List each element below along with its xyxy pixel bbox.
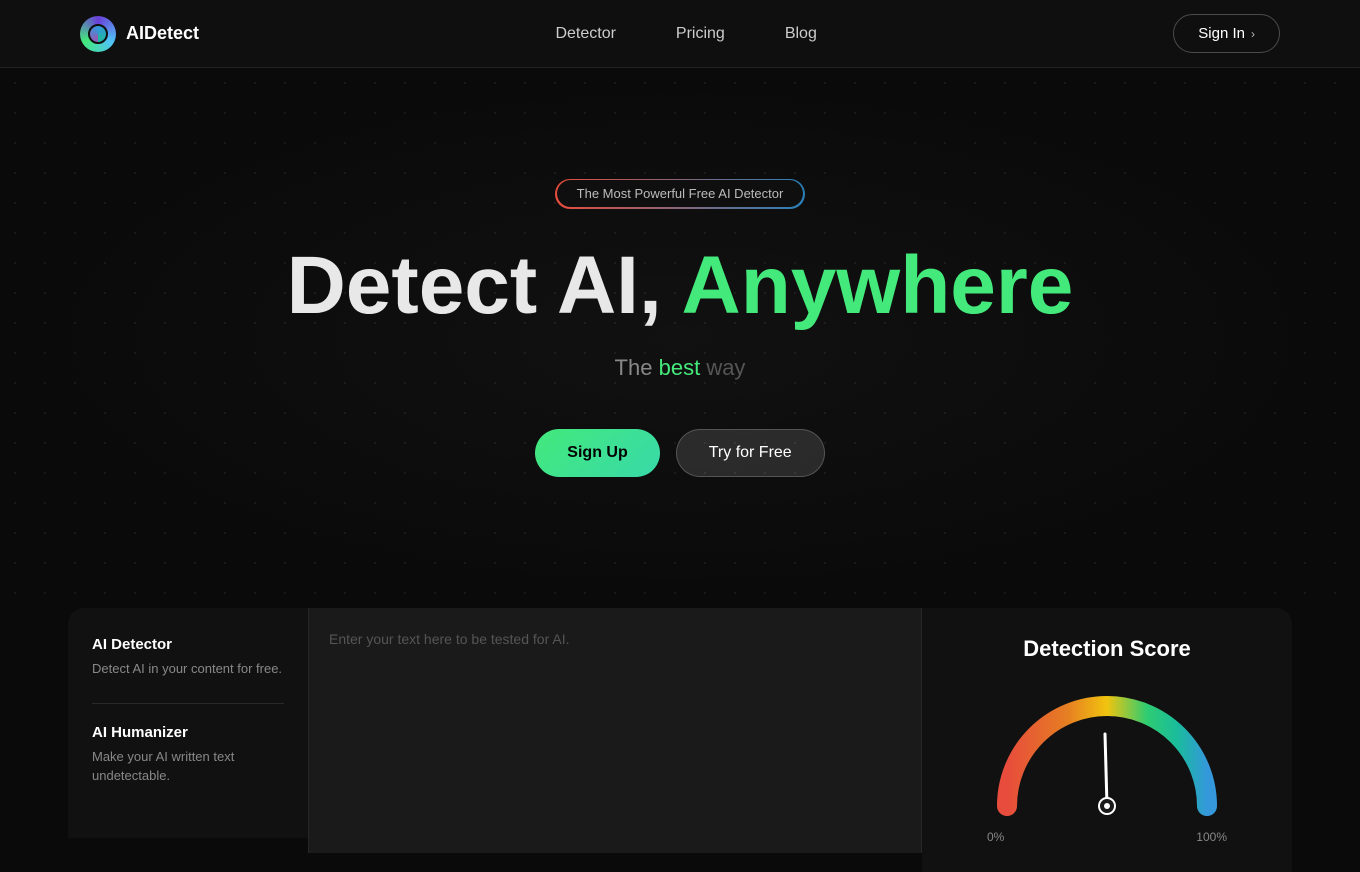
hero-title-white: Detect AI,	[287, 240, 662, 331]
signup-button[interactable]: Sign Up	[535, 429, 659, 477]
subtitle-best: best	[659, 355, 701, 380]
panel-divider	[92, 703, 284, 704]
hero-title-green: Anywhere	[682, 240, 1074, 331]
signin-arrow-icon: ›	[1251, 27, 1255, 41]
gauge-container	[987, 686, 1227, 826]
score-panel: Detection Score	[922, 608, 1292, 872]
ai-detector-desc: Detect AI in your content for free.	[92, 659, 284, 679]
ai-humanizer-title: AI Humanizer	[92, 724, 284, 741]
subtitle-way: way	[706, 355, 745, 380]
nav-link-detector[interactable]: Detector	[555, 25, 615, 43]
navbar: AIDetect Detector Pricing Blog Sign In ›	[0, 0, 1360, 68]
gauge-svg	[987, 686, 1227, 826]
hero-buttons: Sign Up Try for Free	[535, 429, 824, 477]
text-input[interactable]	[329, 628, 901, 828]
hero-badge: The Most Powerful Free AI Detector	[555, 179, 805, 209]
brand-name: AIDetect	[126, 23, 199, 44]
hero-badge-text: The Most Powerful Free AI Detector	[557, 180, 804, 207]
ai-humanizer-desc: Make your AI written text undetectable.	[92, 747, 284, 786]
ai-humanizer-item[interactable]: AI Humanizer Make your AI written text u…	[92, 724, 284, 786]
hero-section: The Most Powerful Free AI Detector Detec…	[0, 68, 1360, 608]
subtitle-the: The	[615, 355, 653, 380]
nav-link-pricing[interactable]: Pricing	[676, 25, 725, 43]
tryfree-button[interactable]: Try for Free	[676, 429, 825, 477]
left-panel: AI Detector Detect AI in your content fo…	[68, 608, 308, 838]
gauge-labels: 0% 100%	[987, 830, 1227, 844]
signin-button[interactable]: Sign In ›	[1173, 14, 1280, 53]
textarea-panel	[308, 608, 922, 853]
signin-label: Sign In	[1198, 25, 1245, 42]
ai-detector-item[interactable]: AI Detector Detect AI in your content fo…	[92, 636, 284, 679]
hero-title: Detect AI, Anywhere	[287, 241, 1074, 331]
hero-subtitle: The best way	[615, 355, 746, 381]
nav-links: Detector Pricing Blog	[555, 25, 816, 43]
bottom-section: AI Detector Detect AI in your content fo…	[0, 608, 1360, 872]
nav-logo[interactable]: AIDetect	[80, 16, 199, 52]
nav-link-blog[interactable]: Blog	[785, 25, 817, 43]
score-title: Detection Score	[1023, 636, 1191, 662]
gauge-label-low: 0%	[987, 830, 1004, 844]
gauge-label-high: 100%	[1196, 830, 1227, 844]
logo-icon	[80, 16, 116, 52]
ai-detector-title: AI Detector	[92, 636, 284, 653]
